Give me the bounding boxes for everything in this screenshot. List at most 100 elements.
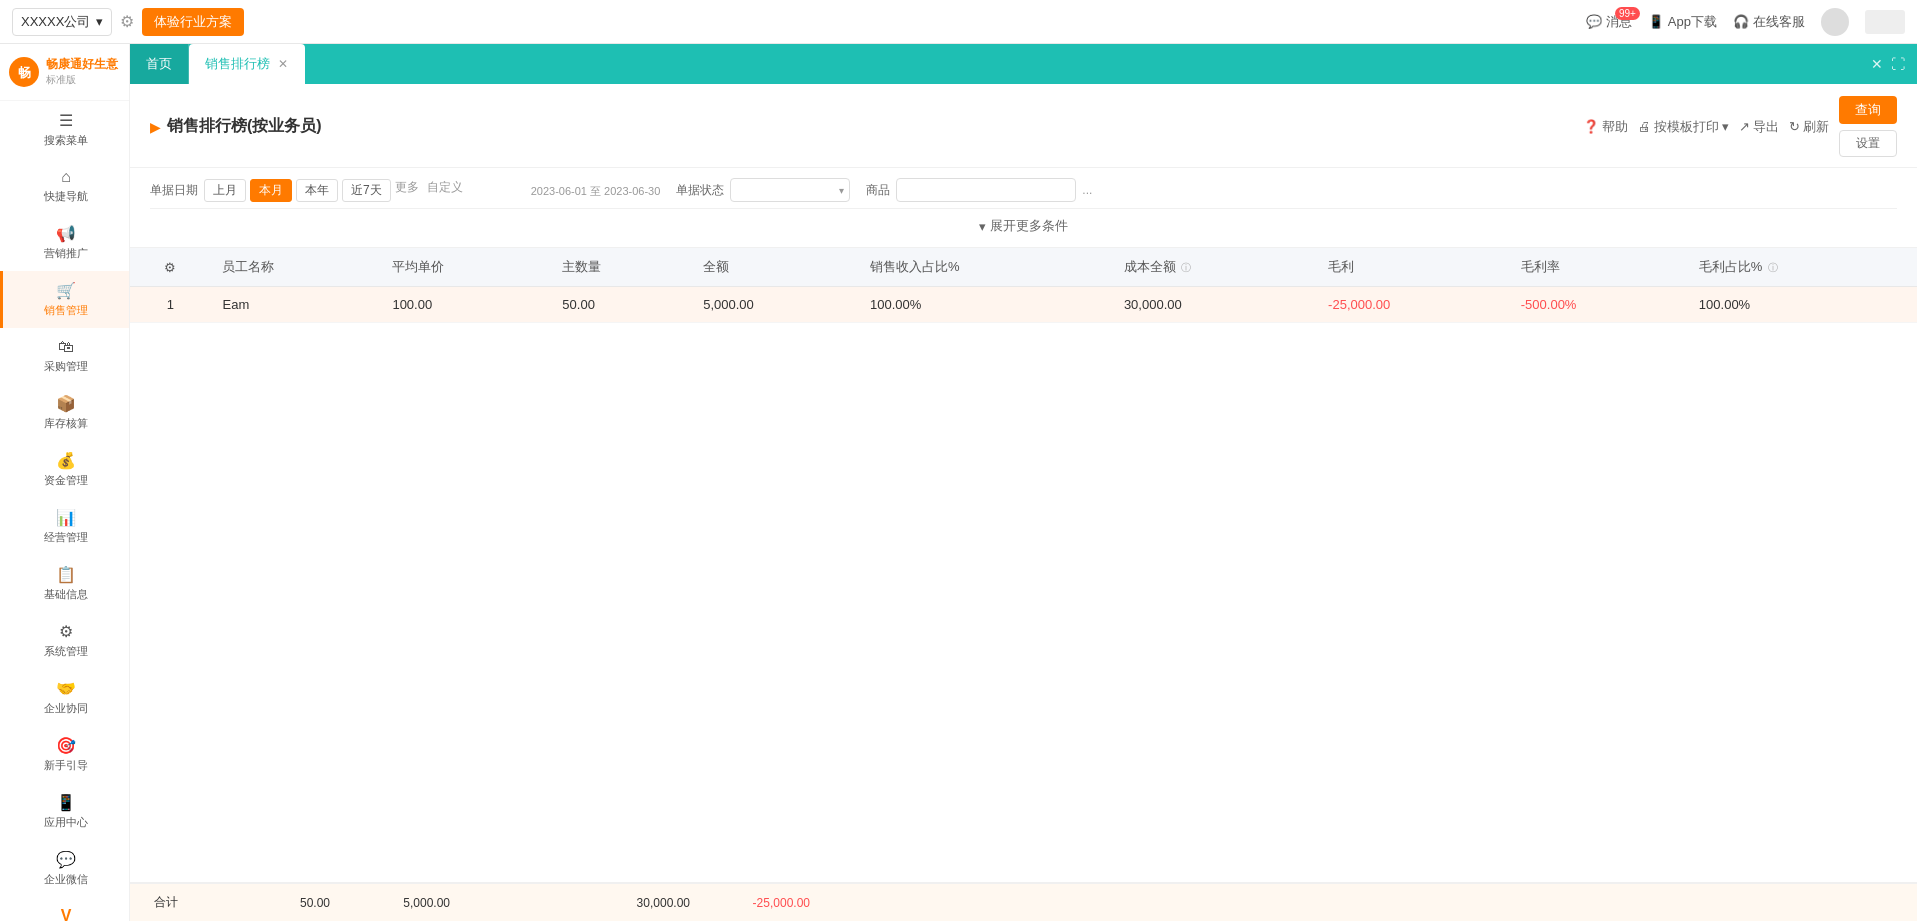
footer-amount: 5,000.00	[342, 896, 462, 910]
avatar[interactable]	[1821, 8, 1849, 36]
goods-more[interactable]: ...	[1082, 183, 1092, 197]
expand-more-btn[interactable]: ▾ 展开更多条件	[150, 215, 1897, 237]
cell-avg-price: 100.00	[380, 287, 550, 323]
search-menu-icon: ☰	[59, 111, 73, 130]
expand-icon[interactable]: ▶	[150, 119, 161, 135]
col-qty: 主数量	[550, 248, 691, 287]
gross-pct-help-icon[interactable]: ⓘ	[1768, 262, 1778, 273]
sidebar-item-purchase[interactable]: 🛍 采购管理	[0, 328, 129, 384]
purchase-icon: 🛍	[58, 338, 74, 356]
print-icon: 🖨	[1638, 119, 1651, 134]
date-prev-btn[interactable]: 上月	[204, 179, 246, 202]
status-select-wrapper	[730, 178, 850, 202]
sidebar-item-inventory[interactable]: 📦 库存核算	[0, 384, 129, 441]
export-btn[interactable]: ↗ 导出	[1739, 118, 1779, 136]
sidebar-item-guide[interactable]: 🎯 新手引导	[0, 726, 129, 783]
settings-btn[interactable]: 设置	[1839, 130, 1897, 157]
message-btn[interactable]: 💬 消息 99+	[1586, 13, 1632, 31]
table-footer: 合计 50.00 5,000.00 30,000.00 -25,000.00	[130, 882, 1917, 921]
app-center-icon: 📱	[56, 793, 76, 812]
tab-expand-icon[interactable]: ⛶	[1891, 56, 1905, 72]
sidebar-item-enterprise[interactable]: 🤝 企业协同	[0, 669, 129, 726]
system-icon: ⚙	[59, 622, 73, 641]
app-download-btn[interactable]: 📱 App下载	[1648, 13, 1717, 31]
footer-cost-spacer	[462, 896, 582, 910]
cell-cost: 30,000.00	[1112, 287, 1316, 323]
data-table: ⚙ 员工名称 平均单价 主数量	[130, 248, 1917, 323]
message-badge: 99+	[1615, 7, 1640, 20]
company-selector[interactable]: XXXXX公司 ▾	[12, 8, 112, 36]
sidebar-item-operation[interactable]: 📊 经营管理	[0, 498, 129, 555]
col-amount: 全额	[691, 248, 858, 287]
tab-home[interactable]: 首页	[130, 44, 189, 84]
tab-close-icon[interactable]: ✕	[278, 57, 288, 71]
col-settings[interactable]: ⚙	[130, 248, 210, 287]
top-bar-right: 💬 消息 99+ 📱 App下载 🎧 在线客服	[1586, 8, 1905, 36]
cell-gross: -25,000.00	[1316, 287, 1509, 323]
page-header: ▶ 销售排行榜(按业务员) ❓ 帮助 🖨 按模板打印 ▾	[130, 84, 1917, 168]
refresh-btn[interactable]: ↻ 刷新	[1789, 118, 1829, 136]
operation-icon: 📊	[56, 508, 76, 527]
query-btn-area: 查询 设置	[1839, 96, 1897, 157]
template-print-btn[interactable]: 🖨 按模板打印 ▾	[1638, 118, 1729, 136]
sidebar-item-wechat[interactable]: 💬 企业微信	[0, 840, 129, 897]
logo-icon: 畅	[8, 56, 40, 88]
sidebar-item-finance[interactable]: 💰 资金管理	[0, 441, 129, 498]
col-revenue-pct: 销售收入占比%	[858, 248, 1112, 287]
status-label: 单据状态	[676, 182, 724, 199]
export-icon: ↗	[1739, 119, 1750, 134]
cell-gross-rate: -500.00%	[1509, 287, 1687, 323]
help-icon: ❓	[1583, 119, 1599, 134]
sidebar-item-search[interactable]: ☰ 搜索菜单	[0, 101, 129, 158]
sidebar-item-basic-info[interactable]: 📋 基础信息	[0, 555, 129, 612]
page-title-row: ▶ 销售排行榜(按业务员) ❓ 帮助 🖨 按模板打印 ▾	[150, 96, 1897, 167]
goods-input[interactable]	[896, 178, 1076, 202]
member-icon: V	[61, 907, 72, 921]
content-area: 首页 销售排行榜 ✕ ✕ ⛶ ▶ 销售排行榜(按业务员)	[130, 44, 1917, 921]
col-gross-rate: 毛利率	[1509, 248, 1687, 287]
finance-icon: 💰	[56, 451, 76, 470]
sidebar-item-system[interactable]: ⚙ 系统管理	[0, 612, 129, 669]
table-settings-icon[interactable]: ⚙	[164, 260, 176, 275]
sidebar-item-sales[interactable]: 🛒 销售管理	[0, 271, 129, 328]
filter-row: 单据日期 上月 本月 本年 近7天 更多 自定义 2023-06-01 至 20…	[150, 178, 1897, 202]
date-more-link[interactable]: 更多	[395, 179, 419, 202]
col-avg-price: 平均单价	[380, 248, 550, 287]
help-btn[interactable]: ❓ 帮助	[1583, 118, 1628, 136]
settings-icon[interactable]: ⚙	[120, 12, 134, 31]
page-content: ▶ 销售排行榜(按业务员) ❓ 帮助 🖨 按模板打印 ▾	[130, 84, 1917, 921]
sidebar-logo: 畅 畅康通好生意 标准版	[0, 44, 129, 101]
online-service-btn[interactable]: 🎧 在线客服	[1733, 13, 1805, 31]
sidebar-item-app-center[interactable]: 📱 应用中心	[0, 783, 129, 840]
phone-icon: 📱	[1648, 14, 1664, 29]
date-filter: 单据日期 上月 本月 本年 近7天 更多 自定义 2023-06-01 至 20…	[150, 179, 660, 202]
online-service-label: 在线客服	[1753, 13, 1805, 31]
wechat-icon: 💬	[56, 850, 76, 869]
status-filter: 单据状态	[676, 178, 850, 202]
tab-bar: 首页 销售排行榜 ✕ ✕ ⛶	[130, 44, 1917, 84]
query-btn[interactable]: 查询	[1839, 96, 1897, 124]
sidebar-item-quick-nav[interactable]: ⌂ 快捷导航	[0, 158, 129, 214]
svg-text:畅: 畅	[18, 65, 31, 80]
tab-close-all-icon[interactable]: ✕	[1871, 56, 1883, 72]
sidebar-item-marketing[interactable]: 📢 营销推广	[0, 214, 129, 271]
cell-qty: 50.00	[550, 287, 691, 323]
sidebar-item-member[interactable]: V 畅会员	[0, 897, 129, 921]
date-cur-btn[interactable]: 本月	[250, 179, 292, 202]
expand-more-icon: ▾	[979, 219, 986, 234]
company-name: XXXXX公司	[21, 13, 90, 31]
table-body: 1 Eam 100.00 50.00	[130, 287, 1917, 323]
status-select[interactable]	[730, 178, 850, 202]
date-7days-btn[interactable]: 近7天	[342, 179, 391, 202]
page-actions: ❓ 帮助 🖨 按模板打印 ▾ ↗ 导出 ↻	[1583, 96, 1897, 157]
trial-btn[interactable]: 体验行业方案	[142, 8, 244, 36]
headset-icon: 🎧	[1733, 14, 1749, 29]
app-download-label: App下载	[1668, 13, 1717, 31]
inventory-icon: 📦	[56, 394, 76, 413]
date-year-btn[interactable]: 本年	[296, 179, 338, 202]
cost-help-icon[interactable]: ⓘ	[1181, 262, 1191, 273]
basic-info-icon: 📋	[56, 565, 76, 584]
cell-name: Eam	[210, 287, 380, 323]
date-custom-link[interactable]: 自定义	[427, 179, 463, 202]
tab-sales-rank[interactable]: 销售排行榜 ✕	[189, 44, 305, 84]
